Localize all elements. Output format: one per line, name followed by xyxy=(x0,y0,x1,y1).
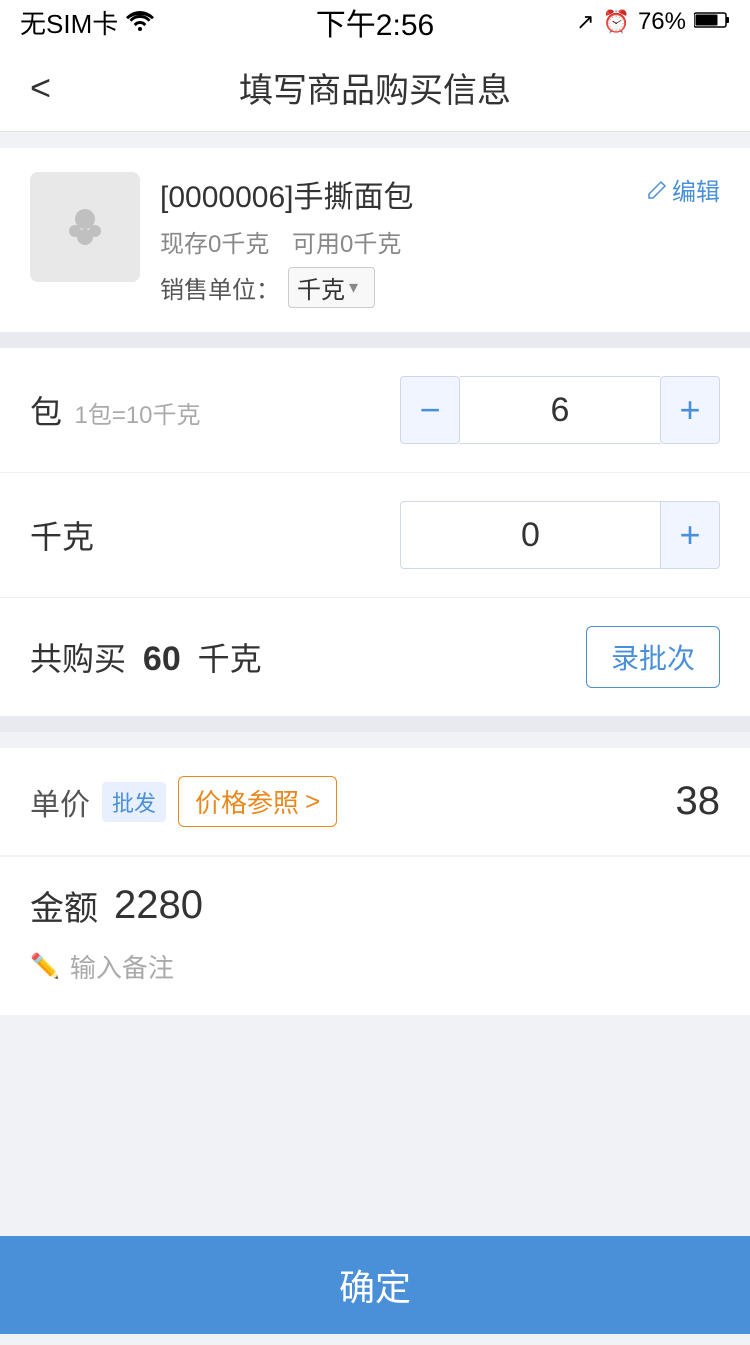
status-left: 无SIM卡 xyxy=(20,4,154,41)
price-ref-button[interactable]: 价格参照 > xyxy=(178,776,337,827)
battery-text: 76% xyxy=(638,8,686,36)
edit-label: 编辑 xyxy=(672,172,720,207)
amount-row: 金额 2280 xyxy=(30,881,720,930)
back-icon: < xyxy=(30,67,51,108)
total-label: 共购买 60 千克 xyxy=(30,641,262,677)
unit-arrow-icon: ▾ xyxy=(349,277,358,298)
divider-2 xyxy=(0,716,750,732)
unit-selector[interactable]: 千克 ▾ xyxy=(288,267,375,308)
price-section: 单价 批发 价格参照 > 38 xyxy=(0,748,750,855)
confirm-button[interactable]: 确定 xyxy=(0,1236,750,1334)
note-edit-icon: ✏️ xyxy=(30,952,60,981)
price-label: 单价 xyxy=(30,780,90,824)
amount-value: 2280 xyxy=(114,883,203,928)
package-row: 包 1包=10千克 − + xyxy=(0,348,750,473)
product-unit-row: 销售单位： 千克 ▾ xyxy=(160,267,720,308)
nav-title: 填写商品购买信息 xyxy=(239,63,511,112)
product-image xyxy=(30,172,140,282)
price-ref-label: 价格参照 xyxy=(195,783,299,820)
plus-icon: + xyxy=(679,389,700,431)
location-icon: ↗ xyxy=(576,9,594,35)
confirm-label: 确定 xyxy=(339,1259,411,1311)
status-bar: 无SIM卡 下午2:56 ↗ ⏰ 76% xyxy=(0,0,750,44)
status-time: 下午2:56 xyxy=(316,0,434,44)
kilo-controls: + xyxy=(400,501,720,569)
wifi-icon xyxy=(126,7,154,38)
kilo-plus-button[interactable]: + xyxy=(660,501,720,569)
package-hint: 1包=10千克 xyxy=(74,402,200,429)
kilo-label: 千克 xyxy=(30,519,94,555)
unit-value: 千克 xyxy=(297,270,345,305)
kilo-row: 千克 + xyxy=(0,473,750,598)
amount-label: 金额 xyxy=(30,881,98,930)
status-right: ↗ ⏰ 76% xyxy=(576,8,730,36)
price-ref-arrow-icon: > xyxy=(305,786,320,817)
minus-icon: − xyxy=(419,389,440,431)
edit-button[interactable]: 编辑 xyxy=(646,172,720,207)
carrier-text: 无SIM卡 xyxy=(20,4,118,41)
back-button[interactable]: < xyxy=(30,67,51,109)
nav-bar: < 填写商品购买信息 xyxy=(0,44,750,132)
product-stock: 现存0千克 可用0千克 xyxy=(160,224,720,259)
product-card: [0000006]手撕面包 编辑 现存0千克 可用0千克 销售单位： 千克 ▾ xyxy=(0,148,750,332)
price-value: 38 xyxy=(676,779,721,824)
package-controls: − + xyxy=(400,376,720,444)
price-tag: 批发 xyxy=(102,782,166,822)
kilo-label-group: 千克 xyxy=(30,512,94,558)
note-row[interactable]: ✏️ 输入备注 xyxy=(30,948,720,985)
product-header: [0000006]手撕面包 编辑 xyxy=(160,172,720,216)
unit-label: 销售单位： xyxy=(160,270,280,305)
amount-section: 金额 2280 ✏️ 输入备注 xyxy=(0,857,750,1015)
product-name: [0000006]手撕面包 xyxy=(160,172,413,216)
package-minus-button[interactable]: − xyxy=(400,376,460,444)
alarm-icon: ⏰ xyxy=(603,9,630,35)
battery-icon xyxy=(694,8,730,36)
total-row: 共购买 60 千克 录批次 xyxy=(0,598,750,716)
divider-1 xyxy=(0,332,750,348)
note-placeholder: 输入备注 xyxy=(70,948,174,985)
batch-button[interactable]: 录批次 xyxy=(586,626,720,688)
product-info: [0000006]手撕面包 编辑 现存0千克 可用0千克 销售单位： 千克 ▾ xyxy=(160,172,720,308)
price-left: 单价 批发 价格参照 > xyxy=(30,776,337,827)
kilo-input[interactable] xyxy=(400,501,660,569)
total-amount: 60 xyxy=(143,640,181,678)
total-label-group: 共购买 60 千克 xyxy=(30,634,262,680)
package-label-group: 包 1包=10千克 xyxy=(30,387,201,433)
package-plus-button[interactable]: + xyxy=(660,376,720,444)
kilo-plus-icon: + xyxy=(679,514,700,556)
package-label: 包 xyxy=(30,394,62,430)
package-input[interactable] xyxy=(460,376,660,444)
